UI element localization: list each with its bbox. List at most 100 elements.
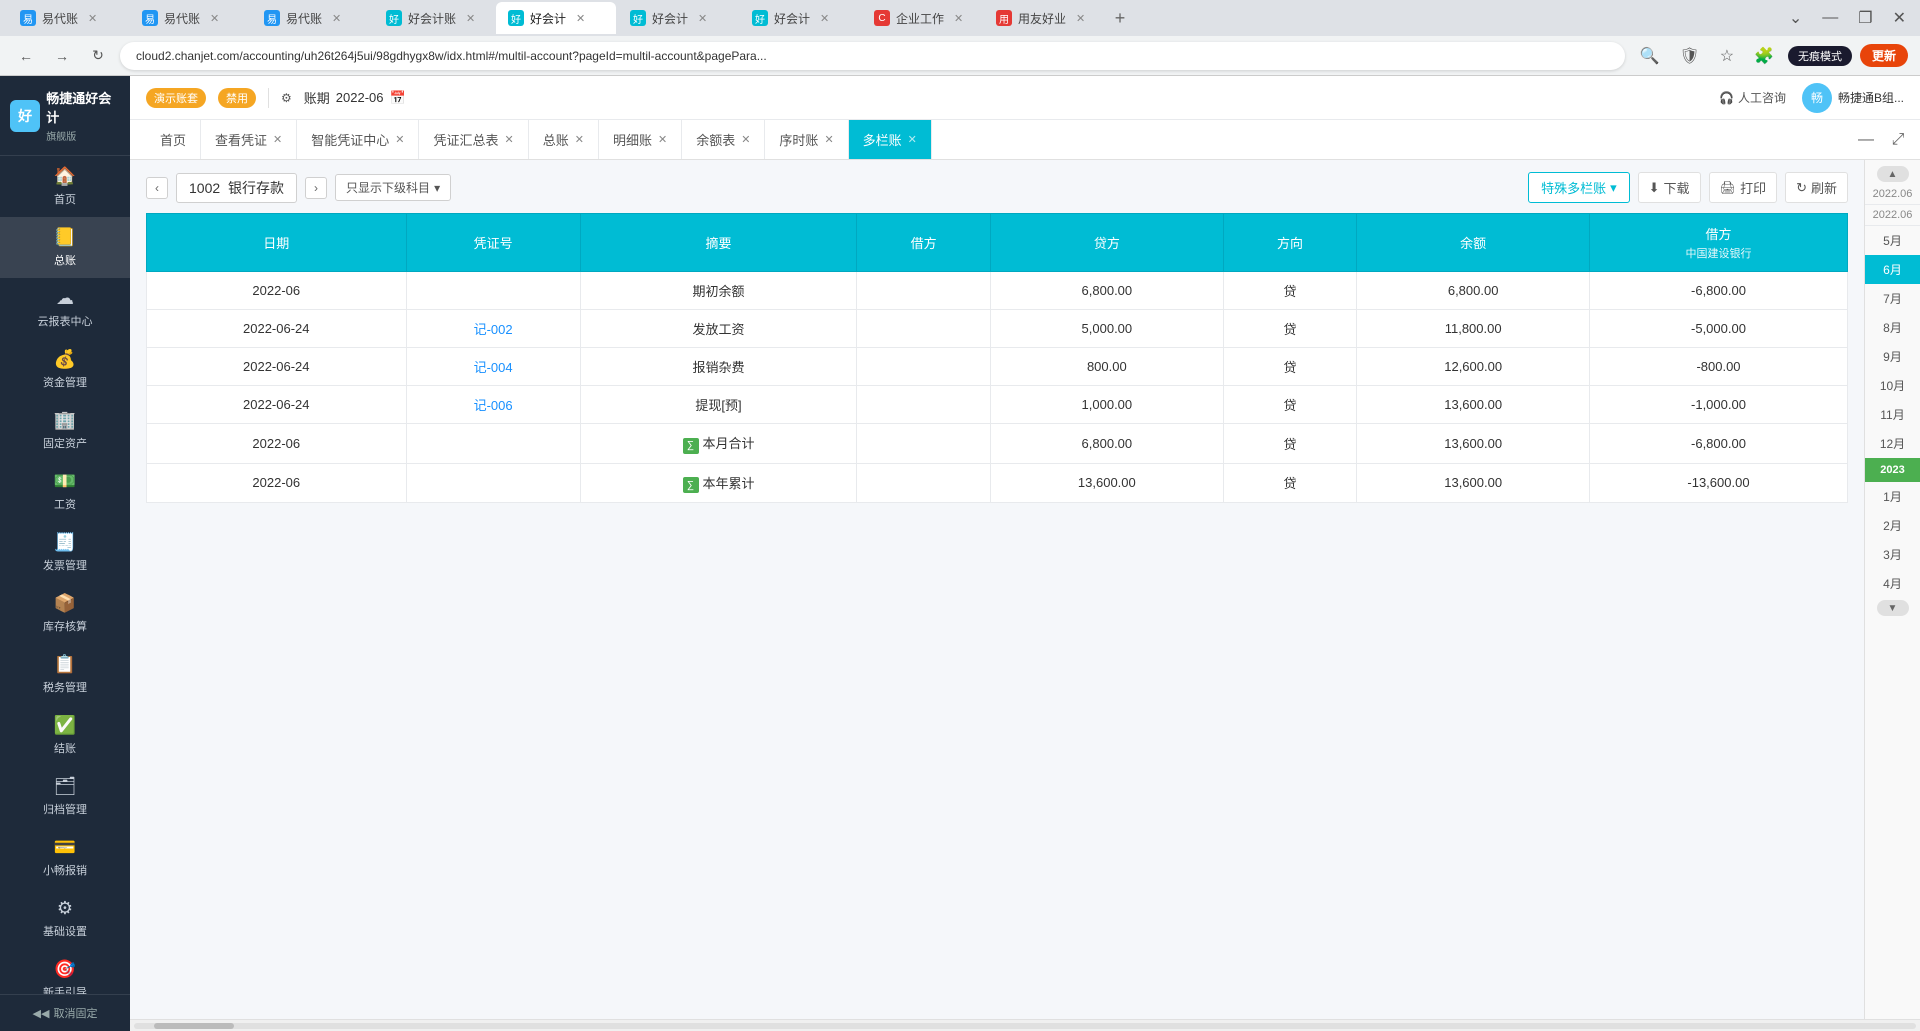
- user-info[interactable]: 畅 畅捷通B组...: [1802, 83, 1904, 113]
- sidebar-item-archive[interactable]: 🗂 归档管理: [0, 766, 130, 827]
- sidebar-item-salary[interactable]: 💵 工资: [0, 461, 130, 522]
- close-window-button[interactable]: ✕: [1887, 6, 1912, 30]
- tab-close-6[interactable]: ✕: [698, 12, 707, 25]
- calendar-icon[interactable]: 📅: [390, 90, 406, 106]
- tab-list-button[interactable]: ⌄: [1783, 6, 1808, 30]
- tab-home[interactable]: 首页: [146, 120, 201, 160]
- topbar-settings-button[interactable]: ⚙: [281, 91, 292, 105]
- tab-close-general[interactable]: ✕: [575, 133, 584, 146]
- sidebar-item-home[interactable]: 🏠 首页: [0, 156, 130, 217]
- sidebar-item-expense[interactable]: 💳 小畅报销: [0, 827, 130, 888]
- sidebar-item-fixed-assets[interactable]: 🏢 固定资产: [0, 400, 130, 461]
- search-icon[interactable]: 🔍: [1633, 44, 1665, 68]
- timeline-2023-month-2[interactable]: 2月: [1865, 511, 1920, 540]
- timeline-2023-month-1[interactable]: 1月: [1865, 482, 1920, 511]
- cell-voucher[interactable]: 记-004: [406, 348, 580, 386]
- prev-account-button[interactable]: ‹: [146, 177, 168, 199]
- tab-close-4[interactable]: ✕: [466, 12, 475, 25]
- timeline-scroll-down[interactable]: ▼: [1877, 600, 1909, 616]
- tab-close-1[interactable]: ✕: [88, 12, 97, 25]
- browser-tab-7[interactable]: 好 好会计 ✕: [740, 2, 860, 34]
- browser-tab-4[interactable]: 好 好会计账 ✕: [374, 2, 494, 34]
- sidebar-pin-button[interactable]: ◀◀ 取消固定: [10, 1005, 120, 1021]
- next-account-button[interactable]: ›: [305, 177, 327, 199]
- multi-col-button[interactable]: 特殊多栏账 ▾: [1528, 172, 1630, 203]
- voucher-link[interactable]: 记-004: [474, 360, 513, 375]
- sidebar-item-invoice[interactable]: 🧾 发票管理: [0, 522, 130, 583]
- timeline-month-6[interactable]: 6月: [1865, 255, 1920, 284]
- demo-status-badge[interactable]: 禁用: [218, 88, 256, 108]
- tab-multi-col[interactable]: 多栏账 ✕: [849, 120, 932, 160]
- tab-balance[interactable]: 余额表 ✕: [682, 120, 765, 160]
- tab-detail-ledger[interactable]: 明细账 ✕: [599, 120, 682, 160]
- sidebar-item-cloud-report[interactable]: ☁ 云报表中心: [0, 278, 130, 339]
- tab-voucher[interactable]: 查看凭证 ✕: [201, 120, 297, 160]
- panel-expand-button[interactable]: ⤢: [1884, 126, 1912, 154]
- sidebar-item-ledger[interactable]: 📒 总账: [0, 217, 130, 278]
- voucher-link[interactable]: 记-006: [474, 398, 513, 413]
- browser-tab-3[interactable]: 易 易代账 ✕: [252, 2, 372, 34]
- tab-close-multi[interactable]: ✕: [908, 133, 917, 146]
- refresh-nav-button[interactable]: ↻: [84, 42, 112, 70]
- tab-close-smart[interactable]: ✕: [395, 133, 404, 146]
- forward-button[interactable]: →: [48, 42, 76, 70]
- timeline-month-11[interactable]: 11月: [1865, 400, 1920, 429]
- tab-close-9[interactable]: ✕: [1076, 12, 1085, 25]
- sidebar-item-settings[interactable]: ⚙ 基础设置: [0, 888, 130, 949]
- sidebar-item-tax[interactable]: 📋 税务管理: [0, 644, 130, 705]
- sidebar-item-funds[interactable]: 💰 资金管理: [0, 339, 130, 400]
- tab-close-3[interactable]: ✕: [332, 12, 341, 25]
- tab-close-voucher-sum[interactable]: ✕: [505, 133, 514, 146]
- tab-seq-ledger[interactable]: 序时账 ✕: [765, 120, 848, 160]
- timeline-month-8[interactable]: 8月: [1865, 313, 1920, 342]
- consultant-button[interactable]: 🎧 人工咨询: [1719, 89, 1786, 106]
- sidebar-item-inventory[interactable]: 📦 库存核算: [0, 583, 130, 644]
- scroll-thumb[interactable]: [154, 1023, 234, 1029]
- download-button[interactable]: ⬇ 下载: [1638, 172, 1701, 203]
- maximize-button[interactable]: ❐: [1852, 6, 1878, 30]
- tab-close-7[interactable]: ✕: [820, 12, 829, 25]
- extensions-icon[interactable]: 🧩: [1748, 44, 1780, 68]
- sidebar-item-closing[interactable]: ✅ 结账: [0, 705, 130, 766]
- minimize-button[interactable]: —: [1816, 7, 1844, 29]
- tab-close-5[interactable]: ✕: [576, 12, 585, 25]
- new-tab-button[interactable]: +: [1106, 4, 1134, 32]
- star-icon[interactable]: ☆: [1714, 44, 1740, 68]
- browser-tab-8[interactable]: C 企业工作 ✕: [862, 2, 982, 34]
- back-button[interactable]: ←: [12, 42, 40, 70]
- tab-close-seq[interactable]: ✕: [824, 133, 833, 146]
- browser-tab-5[interactable]: 好 好会计 ✕: [496, 2, 616, 34]
- timeline-month-7[interactable]: 7月: [1865, 284, 1920, 313]
- period-value[interactable]: 2022-06: [336, 90, 384, 105]
- demo-badge[interactable]: 演示账套: [146, 88, 206, 108]
- shield-icon[interactable]: 🛡: [1673, 44, 1705, 68]
- address-input[interactable]: [120, 42, 1625, 70]
- tab-close-voucher[interactable]: ✕: [273, 133, 282, 146]
- refresh-ledger-button[interactable]: ↻ 刷新: [1785, 172, 1848, 203]
- browser-tab-1[interactable]: 易 易代账 ✕: [8, 2, 128, 34]
- cell-voucher[interactable]: 记-002: [406, 310, 580, 348]
- tab-voucher-summary[interactable]: 凭证汇总表 ✕: [419, 120, 528, 160]
- browser-tab-9[interactable]: 用 用友好业 ✕: [984, 2, 1104, 34]
- browser-tab-2[interactable]: 易 易代账 ✕: [130, 2, 250, 34]
- timeline-scroll-up[interactable]: ▲: [1877, 166, 1909, 182]
- tab-smart-voucher[interactable]: 智能凭证中心 ✕: [297, 120, 419, 160]
- tab-close-2[interactable]: ✕: [210, 12, 219, 25]
- filter-dropdown[interactable]: 只显示下级科目 ▾: [335, 174, 451, 201]
- timeline-month-10[interactable]: 10月: [1865, 371, 1920, 400]
- stealth-button[interactable]: 无痕模式: [1788, 46, 1852, 66]
- print-button[interactable]: 🖨 打印: [1709, 172, 1778, 203]
- cell-voucher[interactable]: 记-006: [406, 386, 580, 424]
- timeline-2023-month-3[interactable]: 3月: [1865, 540, 1920, 569]
- update-button[interactable]: 更新: [1860, 44, 1908, 67]
- timeline-2023-month-4[interactable]: 4月: [1865, 569, 1920, 598]
- voucher-link[interactable]: 记-002: [474, 322, 513, 337]
- tab-close-balance[interactable]: ✕: [741, 133, 750, 146]
- browser-tab-6[interactable]: 好 好会计 ✕: [618, 2, 738, 34]
- horizontal-scrollbar[interactable]: [130, 1019, 1920, 1031]
- tab-close-detail[interactable]: ✕: [658, 133, 667, 146]
- panel-minimize-button[interactable]: —: [1852, 126, 1880, 154]
- timeline-month-12[interactable]: 12月: [1865, 429, 1920, 458]
- tab-close-8[interactable]: ✕: [954, 12, 963, 25]
- sidebar-item-guide[interactable]: 🎯 新手引导: [0, 949, 130, 994]
